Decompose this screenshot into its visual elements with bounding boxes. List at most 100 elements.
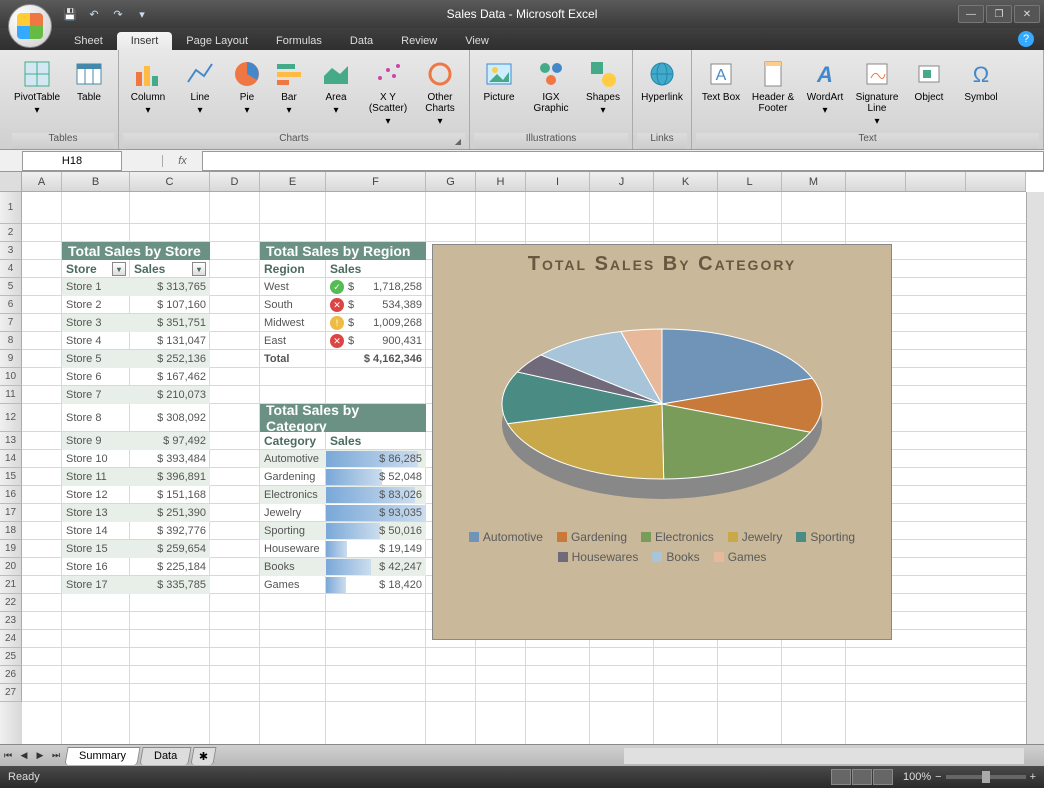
area-chart-button[interactable]: Area▾ — [311, 56, 361, 118]
select-all-button[interactable] — [0, 172, 22, 192]
row-header-22[interactable]: 22 — [0, 594, 22, 612]
row-header-2[interactable]: 2 — [0, 224, 22, 242]
filter-button[interactable]: ▾ — [112, 262, 126, 276]
cell[interactable]: $534,389 — [326, 296, 426, 314]
save-button[interactable]: 💾 — [60, 4, 80, 24]
row-header-26[interactable]: 26 — [0, 666, 22, 684]
cell[interactable]: $ 19,149 — [326, 540, 426, 558]
cell[interactable]: $ 93,035 — [326, 504, 426, 522]
tab-page-layout[interactable]: Page Layout — [172, 32, 262, 50]
row-header-3[interactable]: 3 — [0, 242, 22, 260]
cell[interactable]: $ 83,026 — [326, 486, 426, 504]
cell[interactable]: $ 42,247 — [326, 558, 426, 576]
cell[interactable]: Store 13 — [62, 504, 130, 522]
row-header-4[interactable]: 4 — [0, 260, 22, 278]
row-header-5[interactable]: 5 — [0, 278, 22, 296]
charts-dialog-launcher[interactable]: ◢ — [453, 137, 463, 147]
cell[interactable]: $ 210,073 — [130, 386, 210, 404]
table-button[interactable]: Table — [64, 56, 114, 105]
help-icon[interactable]: ? — [1018, 31, 1034, 47]
cell[interactable]: $ 86,285 — [326, 450, 426, 468]
tab-review[interactable]: Review — [387, 32, 451, 50]
row-header-24[interactable]: 24 — [0, 630, 22, 648]
col-header-A[interactable]: A — [22, 172, 62, 191]
row-header-17[interactable]: 17 — [0, 504, 22, 522]
col-header-I[interactable]: I — [526, 172, 590, 191]
row-header-13[interactable]: 13 — [0, 432, 22, 450]
pivottable-button[interactable]: PivotTable▾ — [12, 56, 62, 118]
col-header-F[interactable]: F — [326, 172, 426, 191]
wordart-button[interactable]: AWordArt▾ — [800, 56, 850, 118]
cell[interactable]: $ 52,048 — [326, 468, 426, 486]
close-button[interactable]: ✕ — [1014, 5, 1040, 23]
tab-view[interactable]: View — [451, 32, 503, 50]
shapes-button[interactable]: Shapes▾ — [578, 56, 628, 118]
col-header-D[interactable]: D — [210, 172, 260, 191]
tab-nav-prev[interactable]: ◀ — [16, 748, 32, 764]
row-header-11[interactable]: 11 — [0, 386, 22, 404]
cell[interactable]: Store 10 — [62, 450, 130, 468]
cell[interactable]: Store 12 — [62, 486, 130, 504]
column-chart-button[interactable]: Column▾ — [123, 56, 173, 118]
vertical-scrollbar[interactable] — [1026, 192, 1044, 744]
tab-insert[interactable]: Insert — [117, 32, 173, 50]
filter-button[interactable]: ▾ — [192, 262, 206, 276]
new-sheet-button[interactable]: ✱ — [191, 747, 217, 765]
col-header-H[interactable]: H — [476, 172, 526, 191]
tab-nav-last[interactable]: ⏭ — [48, 748, 64, 764]
row-header-9[interactable]: 9 — [0, 350, 22, 368]
cell[interactable]: $ 151,168 — [130, 486, 210, 504]
row-header-8[interactable]: 8 — [0, 332, 22, 350]
pie-chart[interactable]: Total Sales By CategoryAutomotiveGardeni… — [432, 244, 892, 640]
cell[interactable]: Store 9 — [62, 432, 130, 450]
row-header-14[interactable]: 14 — [0, 450, 22, 468]
cell[interactable]: Jewelry — [260, 504, 326, 522]
cell[interactable]: West — [260, 278, 326, 296]
maximize-button[interactable]: ❐ — [986, 5, 1012, 23]
tab-nav-first[interactable]: ⏮ — [0, 748, 16, 764]
normal-view-button[interactable] — [831, 769, 851, 785]
row-header-21[interactable]: 21 — [0, 576, 22, 594]
row-header-23[interactable]: 23 — [0, 612, 22, 630]
zoom-slider[interactable] — [946, 775, 1026, 779]
object-button[interactable]: Object — [904, 56, 954, 105]
other-charts-button[interactable]: Other Charts▾ — [415, 56, 465, 129]
office-button[interactable] — [8, 4, 52, 48]
cell[interactable]: $ 351,751 — [130, 314, 210, 332]
row-header-18[interactable]: 18 — [0, 522, 22, 540]
signature-line-button[interactable]: Signature Line▾ — [852, 56, 902, 129]
cell[interactable]: Houseware — [260, 540, 326, 558]
symbol-button[interactable]: ΩSymbol — [956, 56, 1006, 105]
cell[interactable]: Store 16 — [62, 558, 130, 576]
cell[interactable]: $ 313,765 — [130, 278, 210, 296]
page-layout-view-button[interactable] — [852, 769, 872, 785]
minimize-button[interactable]: — — [958, 5, 984, 23]
cell[interactable]: Store 15 — [62, 540, 130, 558]
cell[interactable]: $ 4,162,346 — [326, 350, 426, 368]
page-break-view-button[interactable] — [873, 769, 893, 785]
zoom-out-button[interactable]: − — [935, 771, 941, 783]
header-footer-button[interactable]: Header & Footer — [748, 56, 798, 116]
cell[interactable]: $ 251,390 — [130, 504, 210, 522]
cell[interactable]: Store 5 — [62, 350, 130, 368]
scatter-chart-button[interactable]: X Y (Scatter)▾ — [363, 56, 413, 129]
cell[interactable]: Books — [260, 558, 326, 576]
cell[interactable]: $ 335,785 — [130, 576, 210, 594]
cell[interactable]: $ 107,160 — [130, 296, 210, 314]
cell[interactable]: East — [260, 332, 326, 350]
cell[interactable]: $ 18,420 — [326, 576, 426, 594]
cell[interactable]: Store 8 — [62, 404, 130, 432]
row-header-27[interactable]: 27 — [0, 684, 22, 702]
zoom-level[interactable]: 100% — [903, 771, 931, 783]
row-header-19[interactable]: 19 — [0, 540, 22, 558]
col-header-B[interactable]: B — [62, 172, 130, 191]
col-header-M[interactable]: M — [782, 172, 846, 191]
cell[interactable]: Electronics — [260, 486, 326, 504]
col-header-L[interactable]: L — [718, 172, 782, 191]
cell[interactable]: Games — [260, 576, 326, 594]
tab-formulas[interactable]: Formulas — [262, 32, 336, 50]
cell[interactable]: $ 393,484 — [130, 450, 210, 468]
formula-input[interactable] — [202, 151, 1044, 171]
row-header-10[interactable]: 10 — [0, 368, 22, 386]
col-header-C[interactable]: C — [130, 172, 210, 191]
